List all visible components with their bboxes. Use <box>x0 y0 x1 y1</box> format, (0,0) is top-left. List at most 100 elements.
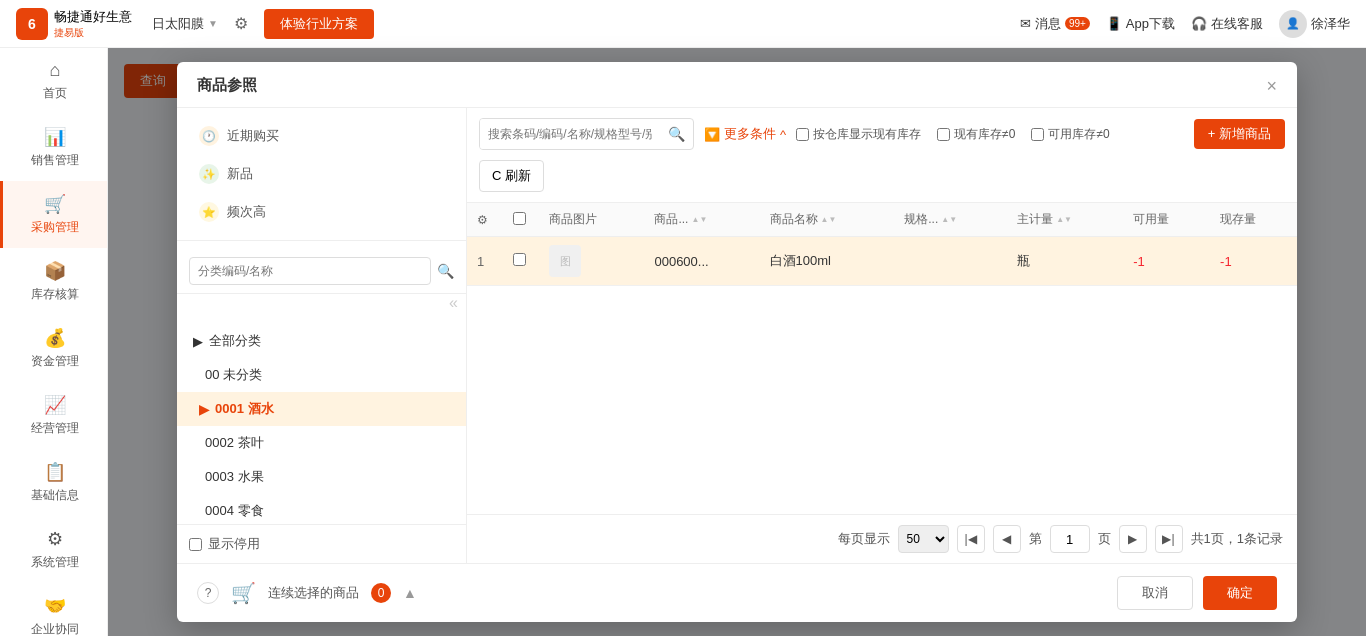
sidebar-item-home[interactable]: ⌂ 首页 <box>0 48 107 114</box>
filter-check3[interactable]: 可用库存≠0 <box>1031 126 1109 143</box>
filter-more-btn[interactable]: 🔽 更多条件 ^ <box>704 125 786 143</box>
td-spec <box>894 237 1007 286</box>
th-image: 商品图片 <box>539 203 644 237</box>
cat-item-0004[interactable]: 0004 零食 <box>177 494 466 524</box>
sidebar-item-sales[interactable]: 📊 销售管理 <box>0 114 107 181</box>
freq-icon: ⭐ <box>199 202 219 222</box>
sort-icon: ▲▼ <box>941 216 957 224</box>
filter-check2[interactable]: 现有库存≠0 <box>937 126 1015 143</box>
th-name[interactable]: 商品名称▲▼ <box>760 203 895 237</box>
td-name: 白酒100ml <box>760 237 895 286</box>
sales-icon: 📊 <box>44 126 66 148</box>
app-logo: 6 畅捷通好生意 捷易版 <box>16 8 132 40</box>
refresh-btn[interactable]: C 刷新 <box>479 160 544 192</box>
product-image: 图 <box>549 245 581 277</box>
select-all-checkbox[interactable] <box>513 212 526 225</box>
settings-icon[interactable]: ⚙ <box>234 14 248 33</box>
sidebar-item-finance[interactable]: 💰 资金管理 <box>0 315 107 382</box>
cat-item-0003[interactable]: 0003 水果 <box>177 460 466 494</box>
category-search-input[interactable] <box>189 257 431 285</box>
th-available: 可用量 <box>1123 203 1210 237</box>
sort-icon: ▲▼ <box>821 216 837 224</box>
message-btn[interactable]: ✉ 消息 99+ <box>1020 15 1090 33</box>
page-input[interactable] <box>1050 525 1090 553</box>
message-icon: ✉ <box>1020 16 1031 31</box>
filter-check3-input[interactable] <box>1031 128 1044 141</box>
page-next-btn[interactable]: ▶ <box>1119 525 1147 553</box>
logo-text: 畅捷通好生意 捷易版 <box>54 8 132 40</box>
th-spec[interactable]: 规格...▲▼ <box>894 203 1007 237</box>
cat-arrow-active-icon: ▶ <box>199 402 209 417</box>
quick-tab-recent[interactable]: 🕐 近期购买 <box>189 118 454 154</box>
product-search-input[interactable] <box>480 119 660 149</box>
cancel-btn[interactable]: 取消 <box>1117 576 1193 610</box>
sidebar-item-system[interactable]: ⚙ 系统管理 <box>0 516 107 583</box>
cat-item-00[interactable]: 00 未分类 <box>177 358 466 392</box>
inventory-icon: 📦 <box>44 260 66 282</box>
modal-title: 商品参照 <box>197 76 257 95</box>
recent-icon: 🕐 <box>199 126 219 146</box>
sidebar-item-basic-info[interactable]: 📋 基础信息 <box>0 449 107 516</box>
finance-icon: 💰 <box>44 327 66 349</box>
modal-right-panel: 🔍 🔽 更多条件 ^ 按仓库显示现有库存 <box>467 108 1297 563</box>
table-row[interactable]: 1 图 000600... 白酒100ml 瓶 <box>467 237 1297 286</box>
phone-icon: 📱 <box>1106 16 1122 31</box>
modal-body: 🕐 近期购买 ✨ 新品 ⭐ 频次高 <box>177 108 1297 563</box>
confirm-btn[interactable]: 确定 <box>1203 576 1277 610</box>
filter-checkboxes: 按仓库显示现有库存 现有库存≠0 可用库存≠0 <box>796 126 1110 143</box>
experience-btn[interactable]: 体验行业方案 <box>264 9 374 39</box>
td-available: -1 <box>1123 237 1210 286</box>
show-disabled-input[interactable] <box>189 538 202 551</box>
sidebar-item-purchase[interactable]: 🛒 采购管理 <box>0 181 107 248</box>
sidebar-item-enterprise[interactable]: 🤝 企业协同 <box>0 583 107 636</box>
page-size-select[interactable]: 50 10 20 100 <box>898 525 949 553</box>
page-first-btn[interactable]: |◀ <box>957 525 985 553</box>
category-search-icon[interactable]: 🔍 <box>437 263 454 279</box>
cat-item-all[interactable]: ▶ 全部分类 <box>177 324 466 358</box>
product-reference-modal: 商品参照 × 🕐 近期购买 ✨ <box>177 62 1297 622</box>
product-table-wrap: ⚙ 商品图片 商品...▲▼ 商品名称▲▼ <box>467 203 1297 514</box>
sidebar-item-operations[interactable]: 📈 经营管理 <box>0 382 107 449</box>
quick-tabs: 🕐 近期购买 ✨ 新品 ⭐ 频次高 <box>177 108 466 232</box>
help-btn[interactable]: ? <box>197 582 219 604</box>
product-search-btn[interactable]: 🔍 <box>660 126 693 142</box>
modal-footer-left: 显示停用 <box>177 524 466 563</box>
chevron-down-icon: ▼ <box>208 18 218 29</box>
message-badge: 99+ <box>1065 17 1090 30</box>
user-menu[interactable]: 👤 徐泽华 <box>1279 10 1350 38</box>
filter-check1-input[interactable] <box>796 128 809 141</box>
store-selector[interactable]: 日太阳膜 ▼ <box>152 15 218 33</box>
row-checkbox[interactable] <box>513 253 526 266</box>
collapse-panel-btn[interactable]: « <box>449 294 458 312</box>
home-icon: ⌂ <box>50 60 61 81</box>
collapse-footer-btn[interactable]: ▲ <box>403 585 417 601</box>
filter-check2-input[interactable] <box>937 128 950 141</box>
content-area: 查询 设置 刷新 商品参照 × <box>108 48 1366 636</box>
page-prev-btn[interactable]: ◀ <box>993 525 1021 553</box>
cat-item-0002[interactable]: 0002 茶叶 <box>177 426 466 460</box>
online-service-btn[interactable]: 🎧 在线客服 <box>1191 15 1263 33</box>
page-last-btn[interactable]: ▶| <box>1155 525 1183 553</box>
show-disabled-checkbox[interactable]: 显示停用 <box>189 535 260 553</box>
modal-close-btn[interactable]: × <box>1266 77 1277 95</box>
app-download-btn[interactable]: 📱 App下载 <box>1106 15 1175 33</box>
add-product-btn[interactable]: + 新增商品 <box>1194 119 1285 149</box>
td-checkbox <box>503 237 539 286</box>
th-code[interactable]: 商品...▲▼ <box>644 203 759 237</box>
modal-footer: ? 🛒 连续选择的商品 0 ▲ 取消 确定 <box>177 563 1297 622</box>
navbar-right: ✉ 消息 99+ 📱 App下载 🎧 在线客服 👤 徐泽华 <box>1020 10 1350 38</box>
enterprise-icon: 🤝 <box>44 595 66 617</box>
quick-tab-freq[interactable]: ⭐ 频次高 <box>189 194 454 230</box>
category-tree: ▶ 全部分类 00 未分类 ▶ 0001 酒水 0002 茶 <box>177 316 466 524</box>
main-layout: ⌂ 首页 📊 销售管理 🛒 采购管理 📦 库存核算 💰 资金管理 📈 经营管理 … <box>0 48 1366 636</box>
filter-check1[interactable]: 按仓库显示现有库存 <box>796 126 921 143</box>
quick-tab-new[interactable]: ✨ 新品 <box>189 156 454 192</box>
navbar: 6 畅捷通好生意 捷易版 日太阳膜 ▼ ⚙ 体验行业方案 ✉ 消息 99+ 📱 … <box>0 0 1366 48</box>
th-unit[interactable]: 主计量▲▼ <box>1007 203 1123 237</box>
sidebar-item-inventory[interactable]: 📦 库存核算 <box>0 248 107 315</box>
pagination-row: 每页显示 50 10 20 100 |◀ ◀ 第 页 <box>467 514 1297 563</box>
cart-icon: 🛒 <box>231 581 256 605</box>
cat-item-0001[interactable]: ▶ 0001 酒水 <box>177 392 466 426</box>
product-table: ⚙ 商品图片 商品...▲▼ 商品名称▲▼ <box>467 203 1297 286</box>
th-settings[interactable]: ⚙ <box>467 203 503 237</box>
